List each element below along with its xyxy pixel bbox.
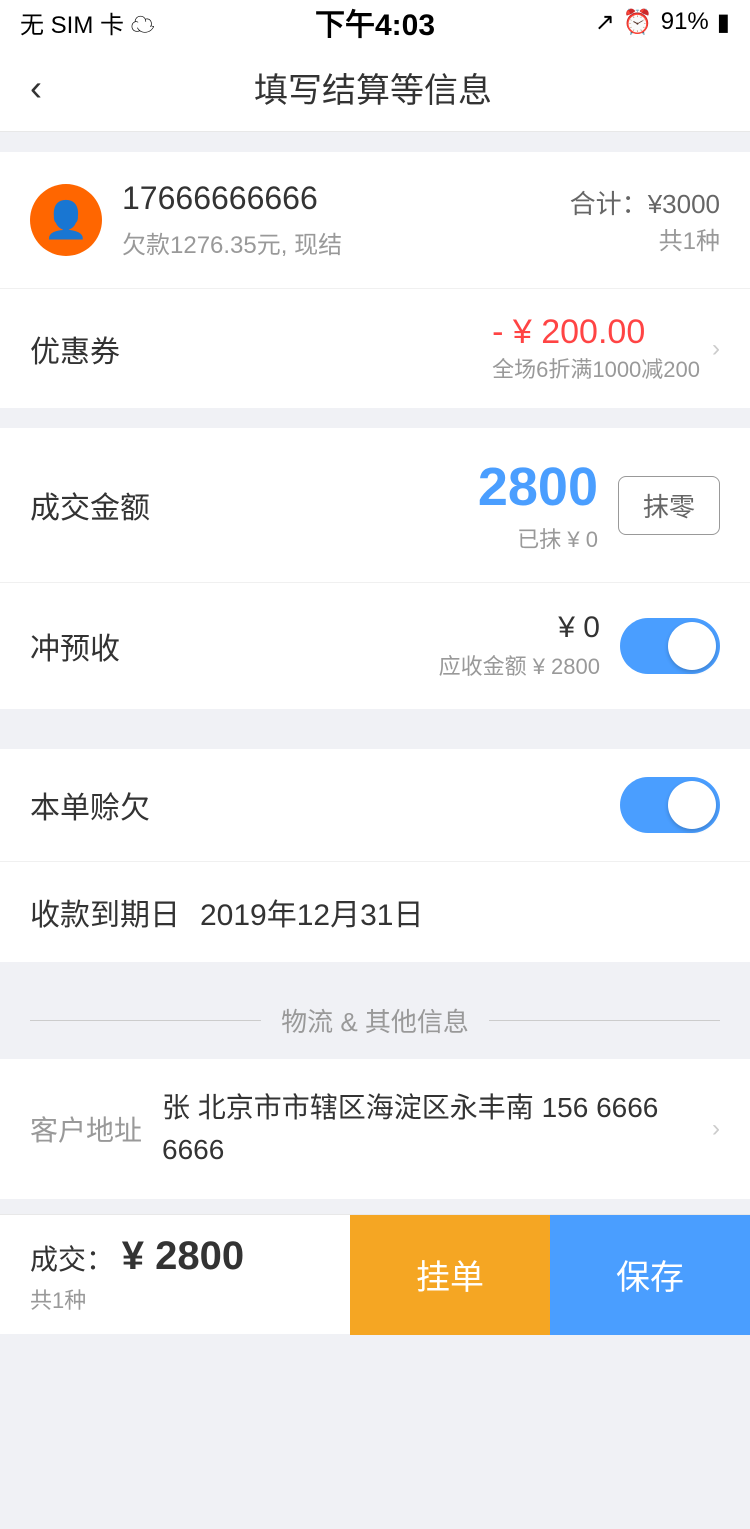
bottom-summary: 成交： ¥ 2800 共1种 bbox=[0, 1234, 350, 1315]
section-divider-1 bbox=[0, 408, 750, 428]
battery-level: 91% bbox=[661, 8, 709, 36]
logistics-text: 物流 & 其他信息 bbox=[281, 1002, 469, 1039]
user-debt: 欠款1276.35元, 现结 bbox=[122, 225, 342, 260]
duedate-value[interactable]: 2019年12月31日 bbox=[200, 890, 423, 934]
prepay-row: 冲预收 ¥ 0 应收金额 ¥ 2800 bbox=[0, 583, 750, 709]
user-right: 合计：¥3000 共1种 bbox=[570, 184, 720, 256]
deal-amount-value[interactable]: 2800 bbox=[478, 456, 598, 518]
coupon-desc: 全场6折满1000减200 bbox=[492, 352, 700, 384]
back-button[interactable]: ‹ bbox=[30, 67, 42, 109]
deal-amount-sub: 已抹 ¥ 0 bbox=[478, 522, 598, 554]
nav-bar: ‹ 填写结算等信息 bbox=[0, 44, 750, 132]
user-left: 👤 17666666666 欠款1276.35元, 现结 bbox=[30, 180, 342, 260]
address-chevron-icon: › bbox=[712, 1115, 720, 1143]
status-time: 下午4:03 bbox=[315, 0, 435, 44]
save-button[interactable]: 保存 bbox=[550, 1215, 750, 1335]
prepay-right: ¥ 0 应收金额 ¥ 2800 bbox=[439, 611, 720, 681]
status-right: ↗ ⏰ 91% ▮ bbox=[595, 8, 730, 37]
hold-button[interactable]: 挂单 bbox=[350, 1215, 550, 1335]
form-section: 成交金额 2800 已抹 ¥ 0 抹零 冲预收 ¥ 0 应收金额 ¥ 2800 bbox=[0, 428, 750, 709]
total-count: 共1种 bbox=[570, 221, 720, 256]
round-zero-button[interactable]: 抹零 bbox=[618, 476, 720, 535]
chevron-right-icon: › bbox=[712, 335, 720, 363]
battery-icon: ▮ bbox=[717, 8, 730, 37]
status-left: 无 SIM 卡 ☁ bbox=[20, 5, 155, 40]
prepay-label: 冲预收 bbox=[30, 624, 120, 668]
section-divider-3 bbox=[0, 962, 750, 982]
clock-icon: ⏰ bbox=[623, 8, 653, 37]
coupon-row[interactable]: 优惠券 - ¥ 200.00 全场6折满1000减200 › bbox=[0, 288, 750, 408]
address-value: 张 北京市市辖区海淀区永丰南 156 6666 6666 bbox=[162, 1087, 692, 1171]
logistics-line-left bbox=[30, 1020, 261, 1021]
bottom-deal-label: 成交： bbox=[30, 1244, 114, 1275]
bottom-deal-amount: ¥ 2800 bbox=[122, 1234, 244, 1278]
page-title: 填写结算等信息 bbox=[62, 63, 684, 112]
avatar: 👤 bbox=[30, 184, 102, 256]
total-amount: ¥3000 bbox=[648, 189, 720, 219]
amount-right: 2800 已抹 ¥ 0 抹零 bbox=[478, 456, 720, 554]
debit-label: 本单赊欠 bbox=[30, 783, 150, 827]
location-icon: ↗ bbox=[595, 8, 615, 37]
avatar-icon: 👤 bbox=[44, 199, 89, 241]
address-label: 客户地址 bbox=[30, 1109, 142, 1149]
bottom-bar: 成交： ¥ 2800 共1种 挂单 保存 bbox=[0, 1214, 750, 1334]
address-row[interactable]: 客户地址 张 北京市市辖区海淀区永丰南 156 6666 6666 › bbox=[0, 1059, 750, 1199]
bottom-deal-row: 成交： ¥ 2800 bbox=[30, 1234, 320, 1279]
prepay-sub: 应收金额 ¥ 2800 bbox=[439, 649, 600, 681]
section-divider-2 bbox=[0, 709, 750, 729]
duedate-label: 收款到期日 bbox=[30, 890, 180, 934]
sim-status: 无 SIM 卡 ☁ bbox=[20, 5, 155, 40]
prepay-toggle[interactable] bbox=[620, 618, 720, 674]
debit-toggle[interactable] bbox=[620, 777, 720, 833]
prepay-amount: ¥ 0 bbox=[439, 611, 600, 645]
debit-row: 本单赊欠 bbox=[0, 749, 750, 861]
bottom-count: 共1种 bbox=[30, 1283, 320, 1315]
deal-amount-label: 成交金额 bbox=[30, 483, 150, 527]
user-phone: 17666666666 bbox=[122, 180, 342, 217]
logistics-line-right bbox=[489, 1020, 720, 1021]
coupon-label: 优惠券 bbox=[30, 327, 120, 371]
duedate-row: 收款到期日 2019年12月31日 bbox=[0, 861, 750, 962]
logistics-header: 物流 & 其他信息 bbox=[0, 982, 750, 1059]
status-bar: 无 SIM 卡 ☁ 下午4:03 ↗ ⏰ 91% ▮ bbox=[0, 0, 750, 44]
coupon-right: - ¥ 200.00 全场6折满1000减200 › bbox=[492, 313, 720, 384]
coupon-discount: - ¥ 200.00 bbox=[492, 313, 700, 352]
deal-amount-row: 成交金额 2800 已抹 ¥ 0 抹零 bbox=[0, 428, 750, 583]
total-label: 合计：¥3000 bbox=[570, 184, 720, 221]
user-info: 17666666666 欠款1276.35元, 现结 bbox=[122, 180, 342, 260]
prepay-info: ¥ 0 应收金额 ¥ 2800 bbox=[439, 611, 600, 681]
user-card: 👤 17666666666 欠款1276.35元, 现结 合计：¥3000 共1… bbox=[0, 152, 750, 288]
